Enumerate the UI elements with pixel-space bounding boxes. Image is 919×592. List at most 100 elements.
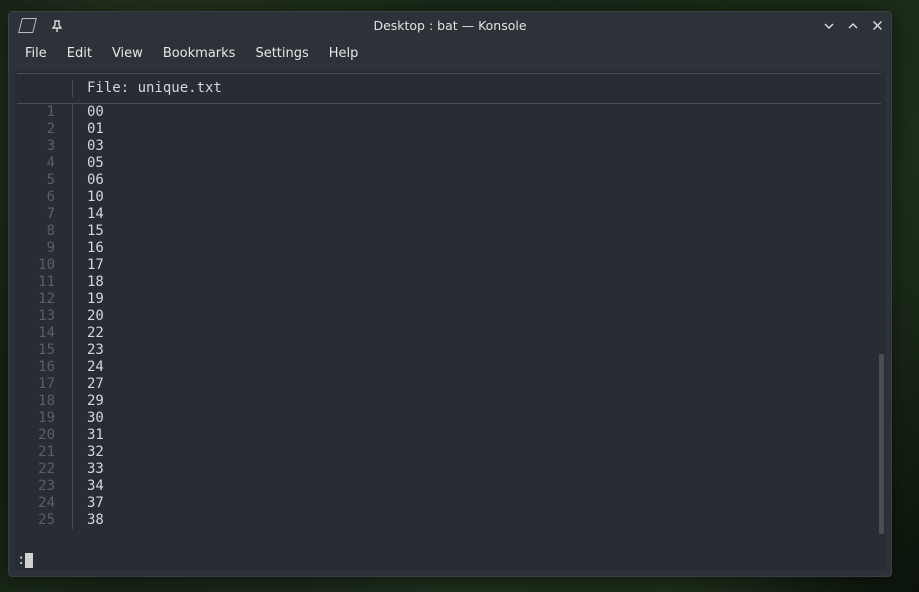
grid-sep — [59, 206, 85, 223]
line-value: 23 — [85, 342, 881, 359]
grid-sep — [59, 342, 85, 359]
bat-line: 1219 — [17, 291, 881, 308]
menu-file[interactable]: File — [15, 42, 57, 65]
bat-line: 6 10 — [17, 189, 881, 206]
line-value: 19 — [85, 291, 881, 308]
menu-bookmarks[interactable]: Bookmarks — [153, 42, 246, 65]
close-button[interactable] — [865, 14, 889, 38]
grid-sep — [59, 80, 85, 97]
line-value: 18 — [85, 274, 881, 291]
line-number: 13 — [17, 308, 59, 325]
grid-sep — [59, 291, 85, 308]
cursor — [25, 553, 33, 568]
line-number: 20 — [17, 427, 59, 444]
bat-line: 201 — [17, 121, 881, 138]
gutter-header — [17, 80, 59, 97]
bat-header-row: File: unique.txt — [17, 74, 881, 103]
grid-sep — [59, 410, 85, 427]
window-title: Desktop : bat — Konsole — [9, 18, 891, 33]
pin-icon[interactable] — [45, 14, 69, 38]
line-value: 06 — [85, 172, 881, 189]
bat-line: 2538 — [17, 512, 881, 529]
bat-line: 1523 — [17, 342, 881, 359]
line-number: 6 — [17, 189, 59, 206]
bat-line: 2031 — [17, 427, 881, 444]
grid-sep — [59, 376, 85, 393]
line-value: 37 — [85, 495, 881, 512]
grid-sep — [59, 189, 85, 206]
grid-sep — [59, 121, 85, 138]
terminal-area[interactable]: File: unique.txt 100201 30 34 05 5 06 6 10 7 14 8 1… — [15, 71, 885, 570]
line-value: 14 — [85, 206, 881, 223]
line-value: 01 — [85, 121, 881, 138]
line-number: 14 — [17, 325, 59, 342]
line-value: 15 — [85, 223, 881, 240]
line-value: 29 — [85, 393, 881, 410]
line-number: 10 — [17, 257, 59, 274]
line-number: 15 — [17, 342, 59, 359]
line-value: 03 — [85, 138, 881, 155]
grid-sep — [59, 274, 85, 291]
bat-line: 24 37 — [17, 495, 881, 512]
app-icon — [15, 14, 39, 38]
line-value: 17 — [85, 257, 881, 274]
line-number: 24 — [17, 495, 59, 512]
scrollbar-thumb[interactable] — [879, 354, 884, 534]
menu-view[interactable]: View — [102, 42, 153, 65]
menubar: File Edit View Bookmarks Settings Help — [9, 40, 891, 67]
grid-sep — [59, 104, 85, 121]
konsole-window: Desktop : bat — Konsole File Edit — [8, 11, 892, 577]
line-value: 00 — [85, 104, 881, 121]
bat-line: 7 14 — [17, 206, 881, 223]
line-value: 22 — [85, 325, 881, 342]
titlebar-left — [9, 14, 69, 38]
line-value: 20 — [85, 308, 881, 325]
line-number: 17 — [17, 376, 59, 393]
bat-line: 13 20 — [17, 308, 881, 325]
line-number: 16 — [17, 359, 59, 376]
grid-sep — [59, 138, 85, 155]
grid-sep — [59, 393, 85, 410]
bat-line: 8 15 — [17, 223, 881, 240]
bat-line: 100 — [17, 104, 881, 121]
line-value: 31 — [85, 427, 881, 444]
line-number: 5 — [17, 172, 59, 189]
line-number: 22 — [17, 461, 59, 478]
grid-sep — [59, 359, 85, 376]
bat-line: 14 22 — [17, 325, 881, 342]
line-number: 7 — [17, 206, 59, 223]
titlebar[interactable]: Desktop : bat — Konsole — [9, 12, 891, 40]
grid-sep — [59, 444, 85, 461]
pager-prompt[interactable]: : — [17, 552, 33, 569]
line-number: 23 — [17, 478, 59, 495]
menu-settings[interactable]: Settings — [245, 42, 318, 65]
grid-sep — [59, 155, 85, 172]
line-value: 24 — [85, 359, 881, 376]
bat-lines: 1002013034055066107148159161017111812191… — [17, 104, 881, 568]
line-number: 19 — [17, 410, 59, 427]
titlebar-controls — [817, 14, 891, 38]
line-number: 18 — [17, 393, 59, 410]
bat-line: 2132 — [17, 444, 881, 461]
line-value: 10 — [85, 189, 881, 206]
line-number: 8 — [17, 223, 59, 240]
bat-line: 1930 — [17, 410, 881, 427]
line-value: 30 — [85, 410, 881, 427]
line-value: 16 — [85, 240, 881, 257]
bat-line: 3 03 — [17, 138, 881, 155]
line-value: 05 — [85, 155, 881, 172]
line-value: 34 — [85, 478, 881, 495]
maximize-button[interactable] — [841, 14, 865, 38]
grid-sep — [59, 308, 85, 325]
line-value: 27 — [85, 376, 881, 393]
grid-sep — [59, 512, 85, 529]
bat-line: 9 16 — [17, 240, 881, 257]
grid-sep — [59, 223, 85, 240]
line-number: 3 — [17, 138, 59, 155]
line-number: 21 — [17, 444, 59, 461]
line-number: 9 — [17, 240, 59, 257]
grid-sep — [59, 461, 85, 478]
menu-help[interactable]: Help — [319, 42, 369, 65]
menu-edit[interactable]: Edit — [57, 42, 102, 65]
minimize-button[interactable] — [817, 14, 841, 38]
